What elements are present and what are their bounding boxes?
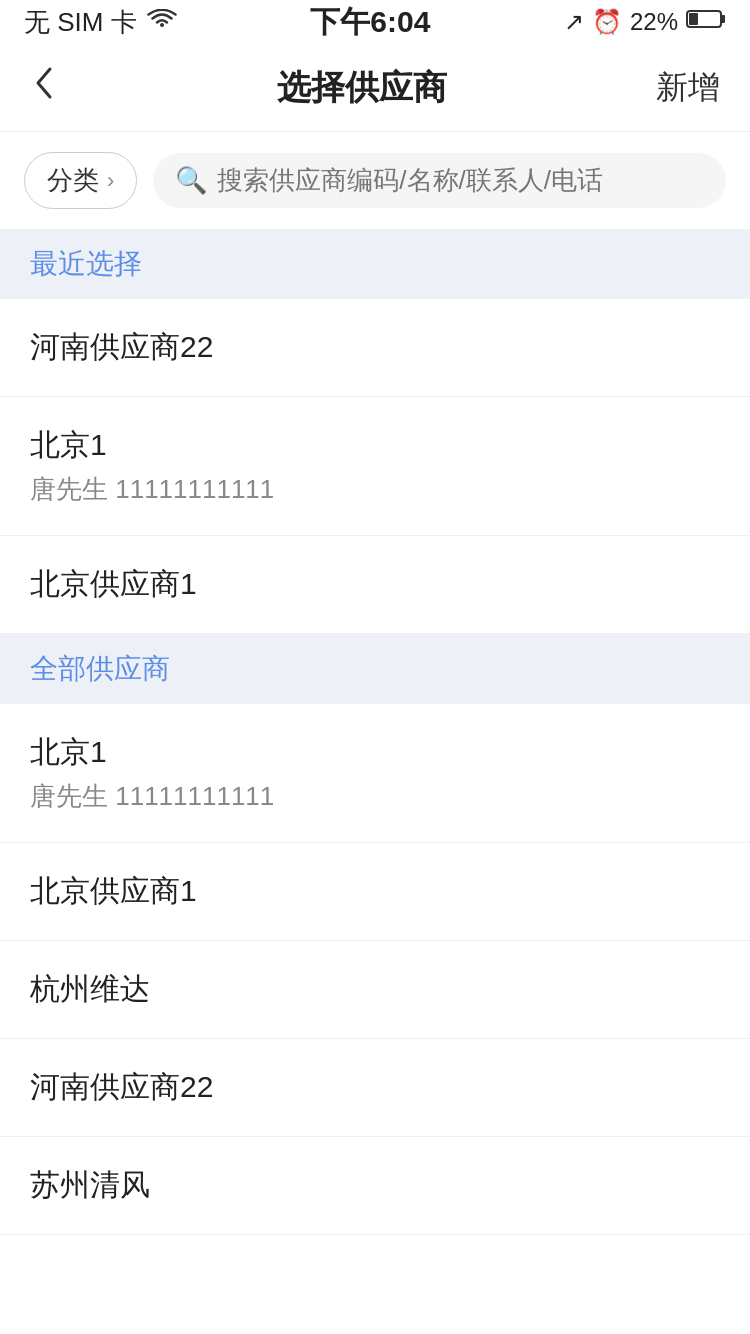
- category-button[interactable]: 分类 ›: [24, 152, 137, 209]
- list-item-1-2[interactable]: 杭州维达: [0, 941, 750, 1039]
- list-item-1-0[interactable]: 北京1 唐先生 11111111111: [0, 704, 750, 843]
- alarm-icon: ⏰: [592, 8, 622, 36]
- search-box: 🔍: [153, 153, 726, 208]
- battery-label: 22%: [630, 8, 678, 36]
- add-button[interactable]: 新增: [656, 66, 720, 110]
- item-sub-0-1: 唐先生 11111111111: [30, 472, 720, 507]
- status-bar: 无 SIM 卡 下午6:04 ↗ ⏰ 22%: [0, 0, 750, 44]
- back-button[interactable]: [30, 51, 68, 124]
- chevron-icon: ›: [107, 168, 114, 194]
- list-item-0-2[interactable]: 北京供应商1: [0, 536, 750, 634]
- item-name-0-0: 河南供应商22: [30, 327, 720, 368]
- list-item-1-4[interactable]: 苏州清风: [0, 1137, 750, 1235]
- filter-bar: 分类 › 🔍: [0, 132, 750, 229]
- location-icon: ↗: [564, 8, 584, 36]
- search-icon: 🔍: [175, 165, 207, 196]
- status-time: 下午6:04: [310, 2, 430, 43]
- search-input[interactable]: [217, 165, 704, 196]
- item-name-1-0: 北京1: [30, 732, 720, 773]
- sim-label: 无 SIM 卡: [24, 5, 137, 40]
- status-left: 无 SIM 卡: [24, 5, 177, 40]
- svg-rect-2: [689, 13, 698, 25]
- item-name-1-1: 北京供应商1: [30, 871, 720, 912]
- list-item-1-3[interactable]: 河南供应商22: [0, 1039, 750, 1137]
- nav-bar: 选择供应商 新增: [0, 44, 750, 132]
- wifi-icon: [147, 7, 177, 38]
- item-name-1-4: 苏州清风: [30, 1165, 720, 1206]
- section-header-0: 最近选择: [0, 229, 750, 299]
- battery-icon: [686, 8, 726, 36]
- list-item-0-0[interactable]: 河南供应商22: [0, 299, 750, 397]
- item-sub-1-0: 唐先生 11111111111: [30, 779, 720, 814]
- section-header-1: 全部供应商: [0, 634, 750, 704]
- item-name-1-2: 杭州维达: [30, 969, 720, 1010]
- svg-rect-1: [721, 15, 725, 23]
- item-name-0-2: 北京供应商1: [30, 564, 720, 605]
- item-name-1-3: 河南供应商22: [30, 1067, 720, 1108]
- item-name-0-1: 北京1: [30, 425, 720, 466]
- sections-container: 最近选择河南供应商22 北京1 唐先生 11111111111 北京供应商1 全部供应商…: [0, 229, 750, 1235]
- status-right: ↗ ⏰ 22%: [564, 8, 726, 36]
- list-item-1-1[interactable]: 北京供应商1: [0, 843, 750, 941]
- list-item-0-1[interactable]: 北京1 唐先生 11111111111: [0, 397, 750, 536]
- category-label: 分类: [47, 163, 99, 198]
- page-title: 选择供应商: [277, 65, 447, 111]
